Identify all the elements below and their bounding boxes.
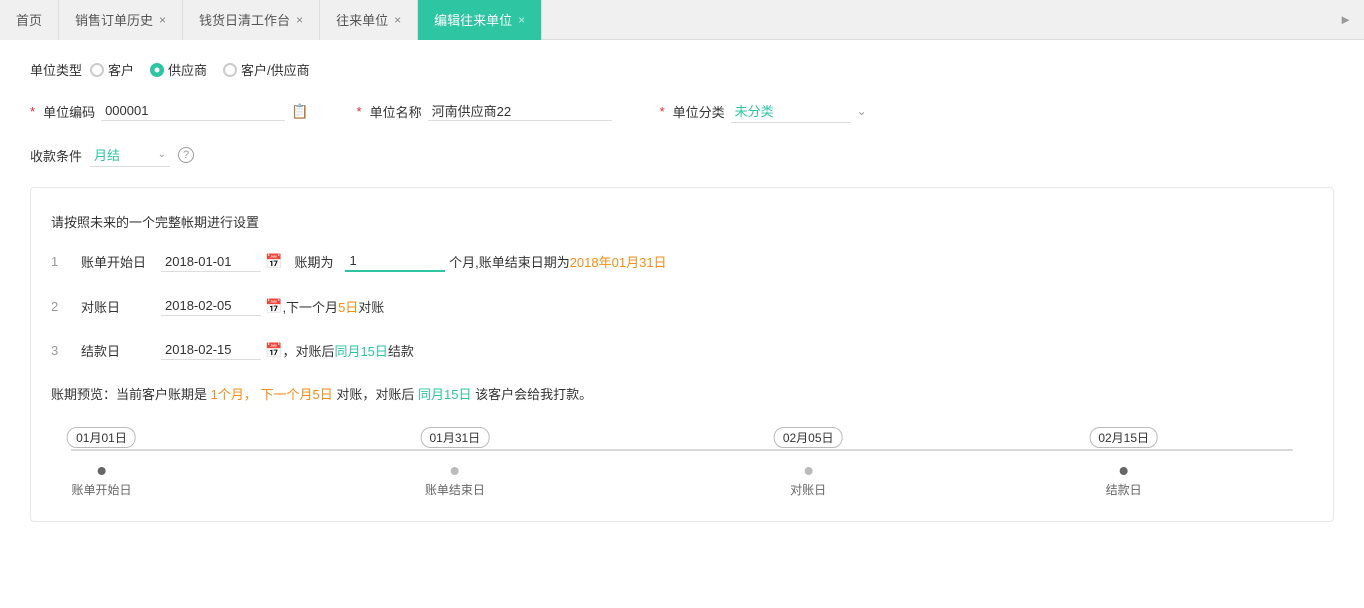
row-num-3: 3 bbox=[51, 343, 81, 358]
row-label-2: 对账日 bbox=[81, 297, 161, 316]
payment-prefix: ，对账后 bbox=[282, 341, 334, 360]
radio-group-unit-type: 客户 供应商 客户/供应商 bbox=[90, 60, 310, 79]
copy-icon[interactable]: 📋 bbox=[291, 103, 308, 120]
radio-customer-label: 客户 bbox=[108, 60, 134, 79]
start-date-input[interactable] bbox=[161, 252, 261, 272]
preview-part3: 对账，对账后 bbox=[336, 387, 414, 402]
unit-name-input[interactable] bbox=[428, 101, 612, 121]
timeline: 01月01日账单开始日 01月31日账单结束日 02月05日对账日 02月15日结款日 bbox=[51, 427, 1313, 497]
chevron-down-icon: ⌄ bbox=[158, 149, 166, 160]
unit-code-input[interactable] bbox=[101, 101, 285, 121]
timeline-point-3: 02月15日结款日 bbox=[1089, 427, 1158, 498]
setting-row-1: 1 账单开始日 📅 账期为 个月,账单结束日期为 2018年01月31日 bbox=[51, 251, 1313, 272]
payment-suffix: 结款 bbox=[388, 341, 414, 360]
reconcile-prefix: ,下一个月 bbox=[282, 297, 338, 316]
calendar-icon[interactable]: 📅 bbox=[265, 253, 282, 270]
close-icon[interactable]: × bbox=[394, 13, 401, 27]
period-unit-label: 个月,账单结束日期为 bbox=[449, 252, 570, 271]
unit-name-group: * 单位名称 bbox=[357, 101, 612, 121]
preview-part1: 1个月， bbox=[211, 387, 257, 402]
payment-select[interactable]: 月结 ⌄ bbox=[90, 143, 170, 167]
setting-row-3: 3 结款日 📅 ，对账后 同月15日 结款 bbox=[51, 340, 1313, 360]
timeline-point-1: 01月31日账单结束日 bbox=[420, 427, 489, 498]
tab-home[interactable]: 首页 bbox=[0, 0, 59, 40]
row-label-3: 结款日 bbox=[81, 341, 161, 360]
reconcile-date-input[interactable] bbox=[161, 296, 261, 316]
chevron-down-icon[interactable]: ⌄ bbox=[857, 104, 867, 118]
payment-select-group: 月结 ⌄ bbox=[90, 143, 170, 167]
reconcile-suffix: 对账 bbox=[358, 297, 384, 316]
help-icon[interactable]: ? bbox=[178, 147, 194, 163]
setting-row-2: 2 对账日 📅 ,下一个月 5日 对账 bbox=[51, 296, 1313, 316]
preview-text: 账期预览：当前客户账期是 1个月， 下一个月5日 对账，对账后 同月15日 该客… bbox=[51, 384, 1313, 403]
radio-customer-circle bbox=[90, 63, 104, 77]
tab-partner[interactable]: 往来单位 × bbox=[320, 0, 418, 40]
payment-row: 收款条件 月结 ⌄ ? bbox=[30, 143, 1334, 167]
row-num-1: 1 bbox=[51, 254, 81, 269]
unit-code-group: * 单位编码 📋 bbox=[30, 101, 309, 121]
radio-customer[interactable]: 客户 bbox=[90, 60, 134, 79]
row-label-1: 账单开始日 bbox=[81, 252, 161, 271]
settings-panel: 请按照未来的一个完整帐期进行设置 1 账单开始日 📅 账期为 个月,账单结束日期… bbox=[30, 187, 1334, 522]
period-label: 账期为 bbox=[294, 252, 333, 271]
radio-both[interactable]: 客户/供应商 bbox=[223, 60, 310, 79]
timeline-point-0: 01月01日账单开始日 bbox=[67, 427, 136, 498]
unit-type-label: 单位类型 bbox=[30, 60, 82, 79]
tab-edit-partner[interactable]: 编辑往来单位 × bbox=[418, 0, 542, 40]
unit-category-group: * 单位分类 未分类 ⌄ bbox=[660, 99, 867, 123]
unit-code-label: 单位编码 bbox=[43, 102, 95, 121]
reconcile-day-highlight: 5日 bbox=[338, 297, 358, 316]
preview-part5: 该客户会给我打款。 bbox=[475, 387, 592, 402]
payment-date-input[interactable] bbox=[161, 340, 261, 360]
period-input[interactable] bbox=[345, 251, 445, 272]
radio-both-label: 客户/供应商 bbox=[241, 60, 310, 79]
tab-sales-history[interactable]: 销售订单历史 × bbox=[59, 0, 183, 40]
preview-part2: 下一个月5日 bbox=[261, 387, 333, 402]
unit-category-select[interactable]: 未分类 bbox=[731, 99, 851, 123]
payment-day-highlight: 同月15日 bbox=[334, 341, 387, 360]
calendar-icon-3[interactable]: 📅 bbox=[265, 342, 282, 359]
tab-expand-button[interactable]: ► bbox=[1327, 0, 1364, 40]
unit-type-row: 单位类型 客户 供应商 客户/供应商 bbox=[30, 60, 1334, 79]
radio-both-circle bbox=[223, 63, 237, 77]
unit-name-label: 单位名称 bbox=[370, 102, 422, 121]
unit-category-label: 单位分类 bbox=[673, 102, 725, 121]
close-icon[interactable]: × bbox=[518, 13, 525, 27]
row-num-2: 2 bbox=[51, 299, 81, 314]
tab-cash-work[interactable]: 钱货日清工作台 × bbox=[183, 0, 320, 40]
close-icon[interactable]: × bbox=[296, 13, 303, 27]
calendar-icon-2[interactable]: 📅 bbox=[265, 298, 282, 315]
radio-supplier-circle bbox=[150, 63, 164, 77]
close-icon[interactable]: × bbox=[159, 13, 166, 27]
radio-supplier-label: 供应商 bbox=[168, 60, 207, 79]
tab-bar: 首页 销售订单历史 × 钱货日清工作台 × 往来单位 × 编辑往来单位 × ► bbox=[0, 0, 1364, 40]
unit-info-row: * 单位编码 📋 * 单位名称 * 单位分类 未分类 ⌄ bbox=[30, 99, 1334, 123]
preview-part4: 同月15日 bbox=[418, 387, 471, 402]
radio-supplier[interactable]: 供应商 bbox=[150, 60, 207, 79]
panel-title: 请按照未来的一个完整帐期进行设置 bbox=[51, 212, 1313, 231]
main-content: 单位类型 客户 供应商 客户/供应商 * 单位编码 📋 * 单位名称 bbox=[0, 40, 1364, 608]
end-date-highlight: 2018年01月31日 bbox=[570, 252, 667, 271]
timeline-point-2: 02月05日对账日 bbox=[774, 427, 843, 498]
payment-label: 收款条件 bbox=[30, 146, 82, 165]
